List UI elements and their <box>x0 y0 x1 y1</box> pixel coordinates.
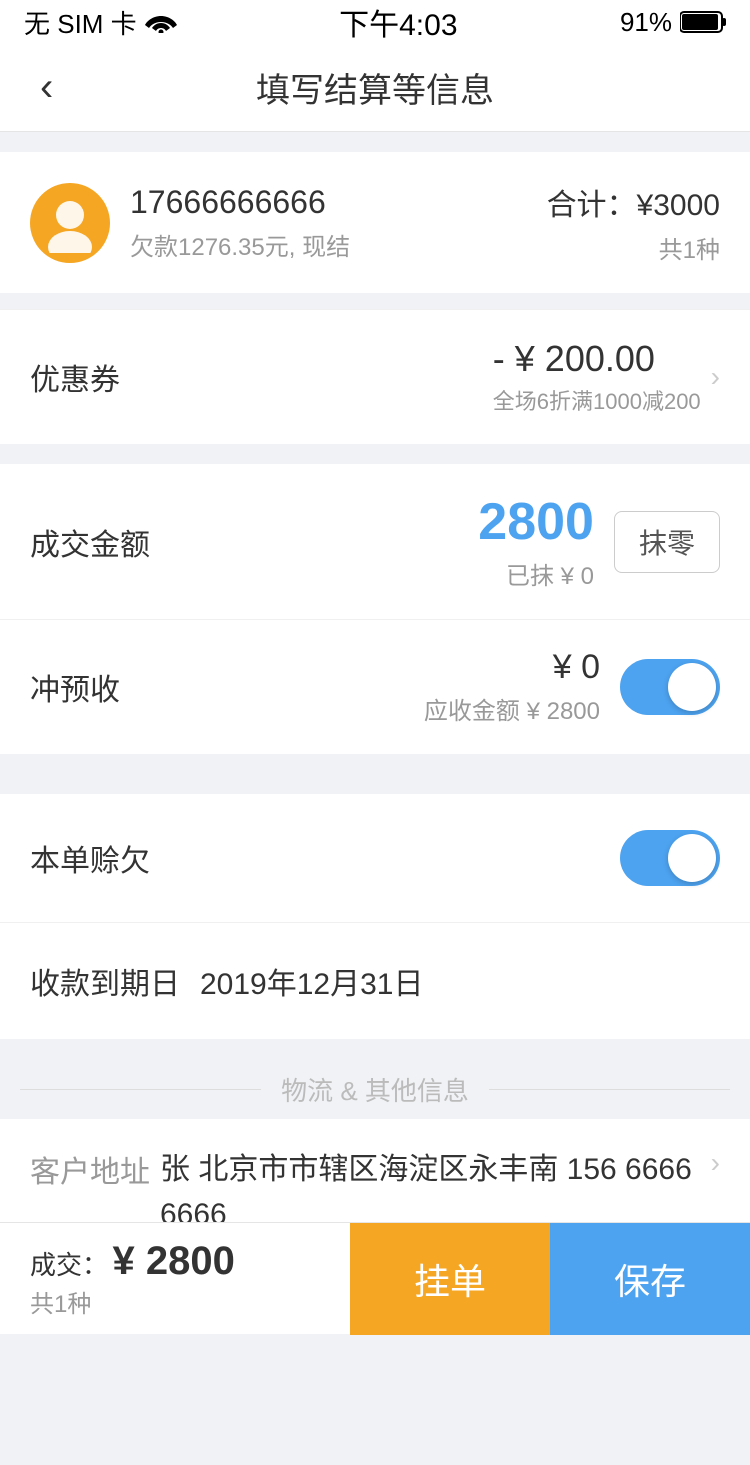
prereceive-value-wrap: ¥ 0 应收金额 ¥ 2800 <box>424 648 600 726</box>
duedate-label: 收款到期日 <box>30 959 180 1003</box>
bottom-deal-label: 成交： <box>30 1250 108 1280</box>
coupon-right: - ¥ 200.00 全场6折满1000减200 › <box>493 338 720 416</box>
section-divider-2 <box>0 754 750 774</box>
bottom-info: 成交： ¥ 2800 共1种 <box>0 1239 350 1319</box>
amount-value: 2800 <box>478 492 594 552</box>
duedate-value: 2019年12月31日 <box>200 959 423 1003</box>
logistics-line-right <box>489 1089 730 1090</box>
bottom-count: 共1种 <box>30 1284 320 1319</box>
sim-status: 无 SIM 卡 <box>24 4 137 41</box>
status-right: 91% <box>620 7 726 38</box>
total-count: 共1种 <box>547 230 720 265</box>
address-label: 客户地址 <box>30 1147 160 1191</box>
customer-right: 合计：¥3000 共1种 <box>547 180 720 265</box>
coupon-discount: - ¥ 200.00 <box>493 338 701 380</box>
debt-row: 本单赊欠 <box>0 794 750 922</box>
chevron-right-icon: › <box>711 361 720 393</box>
prereceive-value: ¥ 0 <box>424 648 600 687</box>
section-divider-1 <box>0 444 750 464</box>
battery-percent: 91% <box>620 7 672 38</box>
round-button[interactable]: 抹零 <box>614 511 720 573</box>
prereceive-label: 冲预收 <box>30 665 120 709</box>
coupon-row[interactable]: 优惠券 - ¥ 200.00 全场6折满1000减200 › <box>0 309 750 444</box>
avatar <box>30 183 110 263</box>
customer-left: 17666666666 欠款1276.35元, 现结 <box>30 183 350 263</box>
battery-icon <box>680 10 726 34</box>
coupon-detail: 全场6折满1000减200 <box>493 384 701 416</box>
prereceive-toggle[interactable] <box>620 659 720 715</box>
amount-erased: 已抹 ¥ 0 <box>478 556 594 591</box>
amount-label: 成交金额 <box>30 520 150 564</box>
amount-right: 2800 已抹 ¥ 0 抹零 <box>478 492 720 591</box>
nav-title: 填写结算等信息 <box>256 63 494 112</box>
customer-info: 17666666666 欠款1276.35元, 现结 <box>130 184 350 262</box>
amount-row: 成交金额 2800 已抹 ¥ 0 抹零 <box>0 464 750 619</box>
bottom-bar: 成交： ¥ 2800 共1种 挂单 保存 <box>0 1222 750 1334</box>
status-bar: 无 SIM 卡 下午4:03 91% <box>0 0 750 44</box>
wifi-icon <box>145 11 177 33</box>
logistics-line-left <box>20 1089 261 1090</box>
duedate-row: 收款到期日 2019年12月31日 <box>0 922 750 1039</box>
debt-toggle-knob <box>668 834 716 882</box>
address-chevron-icon: › <box>711 1147 720 1179</box>
prereceive-row: 冲预收 ¥ 0 应收金额 ¥ 2800 <box>0 619 750 754</box>
bottom-amount: ¥ 2800 <box>112 1239 234 1283</box>
customer-debt: 欠款1276.35元, 现结 <box>130 227 350 262</box>
status-time: 下午4:03 <box>339 0 457 44</box>
toggle-knob <box>668 663 716 711</box>
debt-label: 本单赊欠 <box>30 836 150 880</box>
logistics-label: 物流 & 其他信息 <box>281 1071 469 1108</box>
customer-phone: 17666666666 <box>130 184 350 221</box>
prereceive-right: ¥ 0 应收金额 ¥ 2800 <box>424 648 720 726</box>
avatar-icon <box>40 193 100 253</box>
debt-toggle[interactable] <box>620 830 720 886</box>
status-left: 无 SIM 卡 <box>24 4 177 41</box>
save-button[interactable]: 保存 <box>550 1223 750 1335</box>
customer-card: 17666666666 欠款1276.35元, 现结 合计：¥3000 共1种 <box>0 152 750 293</box>
total-amount: 合计：¥3000 <box>547 180 720 224</box>
hold-button[interactable]: 挂单 <box>350 1223 550 1335</box>
amount-value-wrap: 2800 已抹 ¥ 0 <box>478 492 594 591</box>
logistics-divider: 物流 & 其他信息 <box>0 1059 750 1119</box>
prereceive-sub: 应收金额 ¥ 2800 <box>424 691 600 726</box>
coupon-label: 优惠券 <box>30 355 120 399</box>
back-button[interactable]: ‹ <box>30 55 63 120</box>
nav-bar: ‹ 填写结算等信息 <box>0 44 750 132</box>
